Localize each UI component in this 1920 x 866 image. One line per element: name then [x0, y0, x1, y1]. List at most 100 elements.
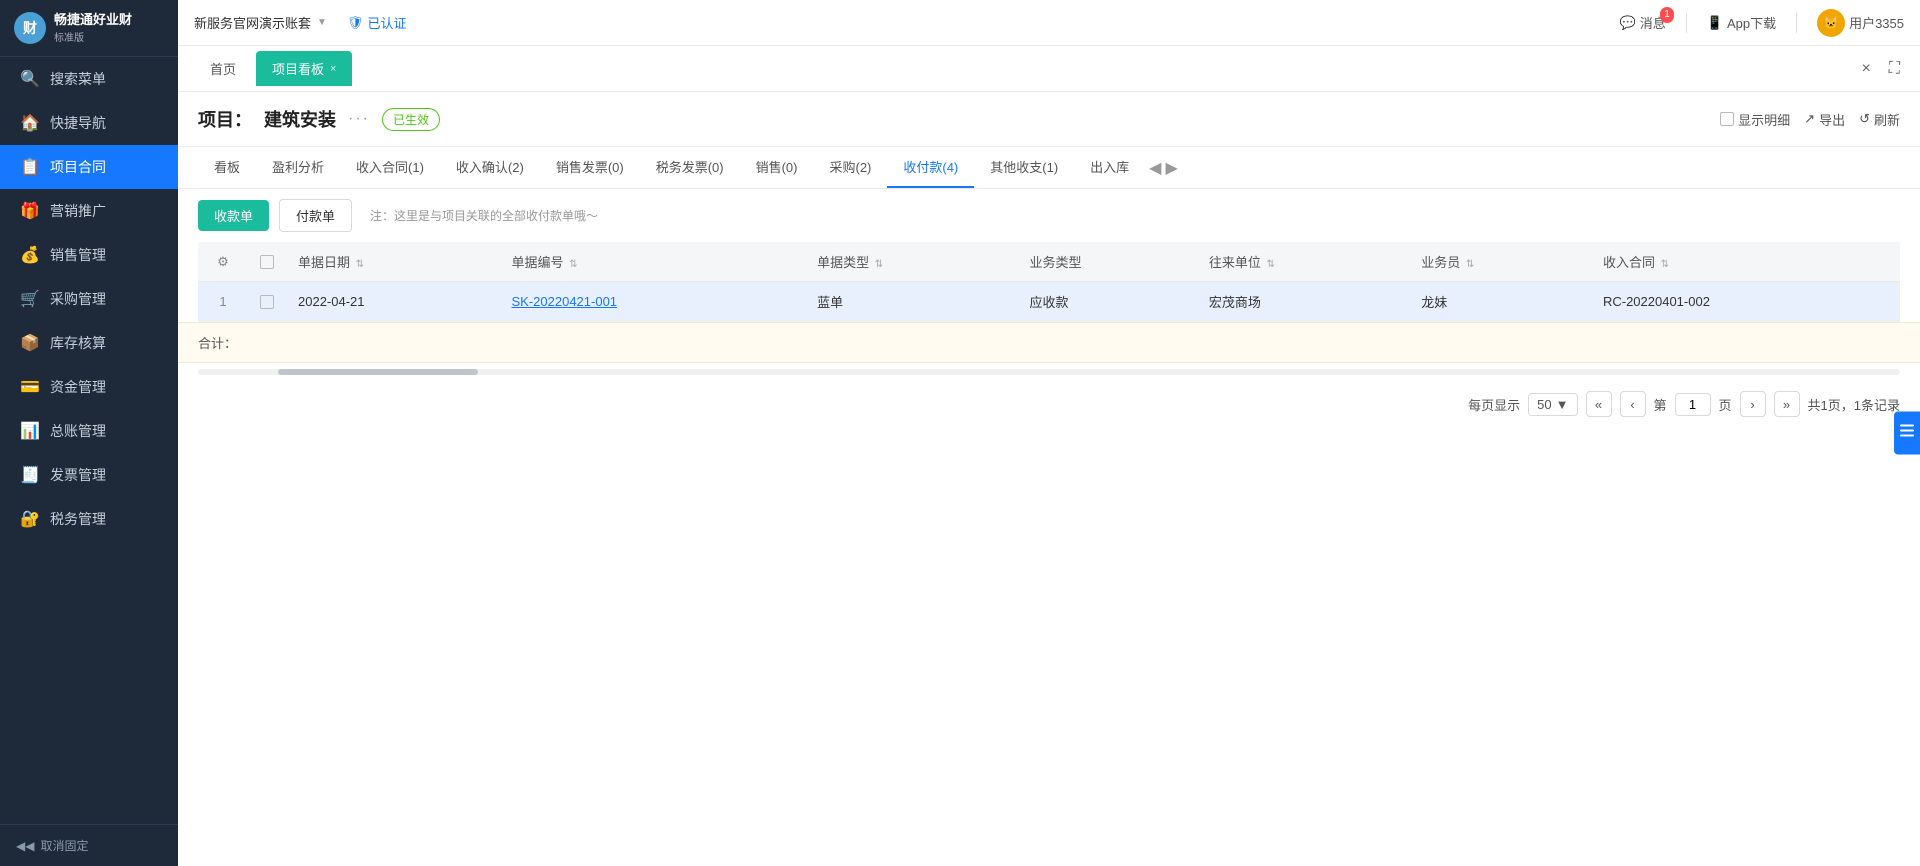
number-sort-icon[interactable]: ⇅	[569, 259, 577, 270]
type-sort-icon[interactable]: ⇅	[875, 259, 883, 270]
partner-sort-icon[interactable]: ⇅	[1266, 259, 1274, 270]
sidebar-logo: 财 畅捷通好业财 标准版	[0, 0, 178, 57]
next-page-button[interactable]: ›	[1740, 391, 1766, 417]
subnav-board[interactable]: 看板	[198, 147, 256, 188]
sidebar-item-label: 库存核算	[50, 333, 106, 353]
tab-home[interactable]: 首页	[194, 51, 252, 86]
sidebar-item-inventory[interactable]: 📦 库存核算	[0, 321, 178, 365]
prev-page-button[interactable]: ‹	[1620, 391, 1646, 417]
table-header-row: ⚙ 单据日期 ⇅ 单据编号	[198, 242, 1900, 282]
subnav-next-icon[interactable]: ▶	[1165, 158, 1177, 178]
row-number[interactable]: SK-20220421-001	[500, 282, 806, 322]
scrollbar-thumb[interactable]	[278, 369, 478, 375]
fullscreen-button[interactable]: ⛶	[1885, 56, 1904, 82]
subnav-income-confirm[interactable]: 收入确认(2)	[440, 147, 540, 188]
table-row[interactable]: 1 2022-04-21 SK-20220421-001 蓝单 应收款 宏茂商	[198, 282, 1900, 322]
page-size-select[interactable]: 50 ▼	[1528, 393, 1577, 416]
sidebar-unpin-button[interactable]: ◀◀ 取消固定	[0, 824, 178, 866]
message-icon: 💬	[1620, 15, 1636, 31]
sidebar-item-label: 税务管理	[50, 509, 106, 529]
tax-icon: 🔐	[20, 509, 40, 529]
subnav: 看板 盈利分析 收入合同(1) 收入确认(2) 销售发票(0) 税务发票(0) …	[178, 147, 1920, 189]
app-download-button[interactable]: 📱 App下载	[1707, 13, 1776, 32]
account-name: 新服务官网演示账套	[194, 13, 311, 32]
account-selector[interactable]: 新服务官网演示账套 ▼	[194, 13, 327, 32]
horizontal-scrollbar[interactable]	[178, 363, 1920, 381]
detail-checkbox[interactable]	[1720, 112, 1734, 126]
show-detail-toggle[interactable]: 显示明细	[1720, 110, 1790, 129]
page-label: 第	[1654, 395, 1667, 414]
sidebar-item-label: 总账管理	[50, 421, 106, 441]
first-page-icon: «	[1595, 397, 1602, 412]
account-dropdown-icon: ▼	[317, 17, 327, 28]
main-area: 新服务官网演示账套 ▼ 🛡 已认证 💬 消息 1 📱 App下载 🐱 用户335…	[178, 0, 1920, 866]
row-checkbox-1[interactable]	[260, 295, 274, 309]
salesperson-sort-icon[interactable]: ⇅	[1466, 259, 1474, 270]
sidebar-item-ledger[interactable]: 📊 总账管理	[0, 409, 178, 453]
float-action-button[interactable]	[1894, 412, 1920, 455]
date-sort-icon[interactable]: ⇅	[356, 259, 364, 270]
sidebar-item-quicknav[interactable]: 🏠 快捷导航	[0, 101, 178, 145]
tabbar-right: × ⛶	[1857, 56, 1904, 82]
col-salesperson: 业务员 ⇅	[1409, 242, 1591, 282]
tab-project-board[interactable]: 项目看板 ×	[256, 51, 352, 86]
col-business-type: 业务类型	[1018, 242, 1197, 282]
prev-page-icon: ‹	[1630, 397, 1634, 412]
project-more-button[interactable]: ···	[348, 110, 370, 128]
user-menu[interactable]: 🐱 用户3355	[1817, 9, 1904, 37]
contract-icon: 📋	[20, 157, 40, 177]
col-type: 单据类型 ⇅	[805, 242, 1017, 282]
sidebar-item-tax[interactable]: 🔐 税务管理	[0, 497, 178, 541]
purchase-icon: 🛒	[20, 289, 40, 309]
select-all-checkbox[interactable]	[260, 255, 274, 269]
sidebar-item-label: 资金管理	[50, 377, 106, 397]
col-gear[interactable]: ⚙	[198, 242, 248, 282]
messages-button[interactable]: 💬 消息 1	[1620, 13, 1666, 32]
refresh-button[interactable]: ↺ 刷新	[1859, 110, 1900, 129]
subnav-payment[interactable]: 收付款(4)	[887, 147, 974, 188]
sidebar-item-invoice[interactable]: 🧾 发票管理	[0, 453, 178, 497]
last-page-button[interactable]: »	[1774, 391, 1800, 417]
message-badge: 1	[1660, 7, 1674, 23]
col-select-all[interactable]	[248, 242, 286, 282]
row-business-type: 应收款	[1018, 282, 1197, 322]
contract-sort-icon[interactable]: ⇅	[1661, 259, 1669, 270]
row-salesperson: 龙妹	[1409, 282, 1591, 322]
sidebar-item-sales[interactable]: 💰 销售管理	[0, 233, 178, 277]
receipt-btn[interactable]: 收款单	[198, 200, 269, 231]
subnav-profit[interactable]: 盈利分析	[256, 147, 340, 188]
export-button[interactable]: ↗ 导出	[1804, 110, 1845, 129]
row-type: 蓝单	[805, 282, 1017, 322]
tab-close-icon[interactable]: ×	[330, 63, 336, 75]
sidebar-item-search[interactable]: 🔍 搜索菜单	[0, 57, 178, 101]
subnav-purchase[interactable]: 采购(2)	[813, 147, 887, 188]
subnav-sales-invoice[interactable]: 销售发票(0)	[540, 147, 640, 188]
topbar: 新服务官网演示账套 ▼ 🛡 已认证 💬 消息 1 📱 App下载 🐱 用户335…	[178, 0, 1920, 46]
project-name: 建筑安装	[264, 106, 336, 132]
gear-icon[interactable]: ⚙	[217, 254, 229, 270]
scrollbar-track[interactable]	[198, 369, 1900, 375]
subnav-tax-invoice[interactable]: 税务发票(0)	[640, 147, 740, 188]
subnav-sales[interactable]: 销售(0)	[740, 147, 814, 188]
close-window-button[interactable]: ×	[1857, 56, 1874, 82]
subnav-inout[interactable]: 出入库	[1074, 147, 1145, 188]
sidebar-item-purchase[interactable]: 🛒 采购管理	[0, 277, 178, 321]
payment-btn[interactable]: 付款单	[279, 199, 352, 232]
sidebar-item-funds[interactable]: 💳 资金管理	[0, 365, 178, 409]
subnav-prev-icon[interactable]: ◀	[1149, 158, 1161, 178]
page-number-input[interactable]	[1675, 393, 1711, 416]
sidebar-item-marketing[interactable]: 🎁 营销推广	[0, 189, 178, 233]
user-avatar: 🐱	[1817, 9, 1845, 37]
subnav-income-contract[interactable]: 收入合同(1)	[340, 147, 440, 188]
subnav-other-income[interactable]: 其他收支(1)	[974, 147, 1074, 188]
row-check[interactable]	[248, 282, 286, 322]
home-icon: 🏠	[20, 113, 40, 133]
page-size-label: 每页显示	[1468, 395, 1520, 414]
first-page-button[interactable]: «	[1586, 391, 1612, 417]
content-area: 项目： 建筑安装 ··· 已生效 显示明细 ↗ 导出 ↺ 刷新	[178, 92, 1920, 866]
sub-toolbar: 收款单 付款单 注：这里是与项目关联的全部收付款单哦～	[178, 189, 1920, 242]
sidebar-scroll: 🔍 搜索菜单 🏠 快捷导航 📋 项目合同 🎁 营销推广 💰 销售管理 🛒 采购管…	[0, 57, 178, 824]
verified-badge: 🛡 已认证	[347, 13, 407, 32]
total-info: 共1页，1条记录	[1808, 395, 1900, 414]
sidebar-item-project[interactable]: 📋 项目合同	[0, 145, 178, 189]
